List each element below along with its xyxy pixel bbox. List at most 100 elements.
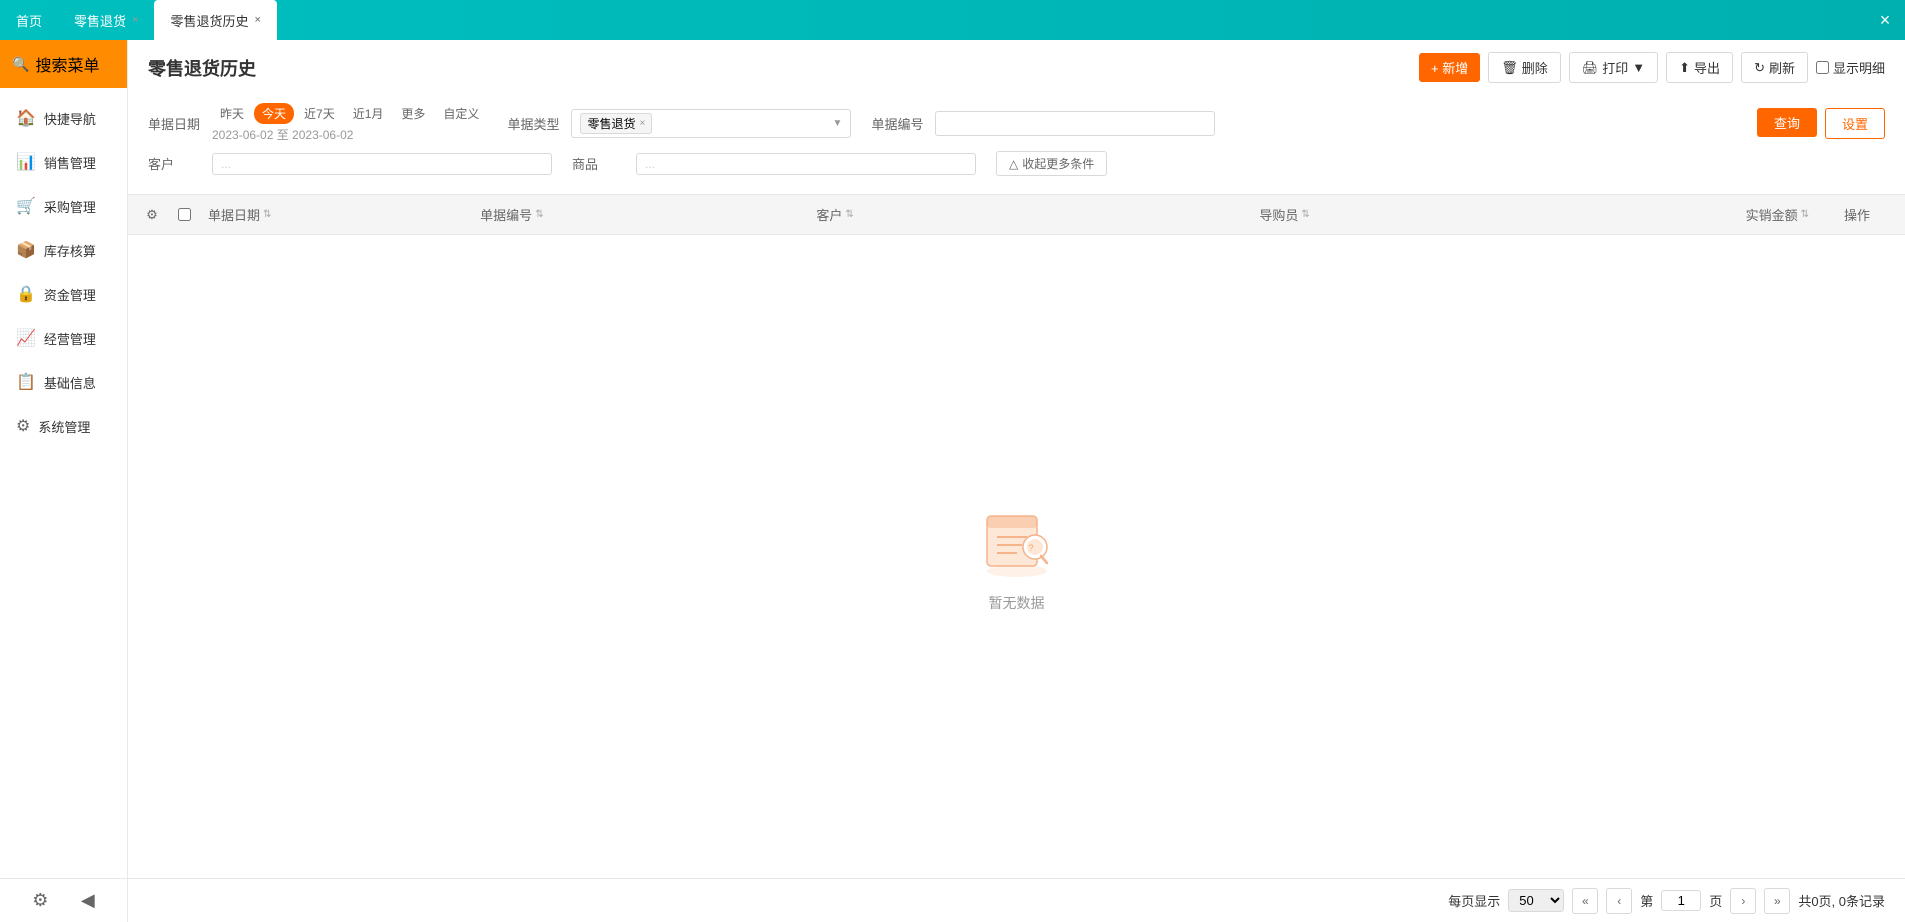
th-checkbox[interactable] (168, 208, 200, 221)
first-page-button[interactable]: « (1572, 888, 1598, 914)
th-settings[interactable]: ⚙ (136, 207, 168, 223)
table-container: ⚙ 单据日期 ⇅ 单据编号 ⇅ 客户 ⇅ 导购员 ⇅ (128, 195, 1905, 878)
tab-label: 零售退货 (74, 11, 126, 30)
sidebar-item-label: 系统管理 (38, 417, 90, 436)
bill-type-arrow: ▼ (833, 118, 843, 129)
th-guide[interactable]: 导购员 ⇅ (1251, 205, 1587, 224)
th-action-text: 操作 (1844, 205, 1870, 224)
refresh-button[interactable]: ↻ 刷新 (1741, 52, 1808, 83)
filter-row-2: 客户 ... 商品 ... △ 收起 (148, 151, 1885, 176)
sidebar: 🔍 搜索菜单 🏠 快捷导航📊 销售管理🛒 采购管理📦 库存核算🔒 资金管理📈 经… (0, 40, 128, 922)
th-customer-sort: ⇅ (845, 209, 853, 220)
date-btn-近1月[interactable]: 近1月 (345, 103, 392, 124)
collapse-button[interactable]: △ 收起更多条件 (996, 151, 1107, 176)
sidebar-item-label: 基础信息 (44, 373, 96, 392)
setting-button[interactable]: 设置 (1825, 108, 1885, 139)
tab-close-icon[interactable]: × (254, 14, 260, 26)
page-input[interactable] (1661, 890, 1701, 911)
date-range-text: 2023-06-02 至 2023-06-02 (212, 126, 487, 143)
th-customer[interactable]: 客户 ⇅ (808, 205, 1251, 224)
collapse-up-icon: △ (1009, 157, 1018, 171)
bill-type-tag-close[interactable]: × (639, 118, 645, 129)
goods-label: 商品 (572, 154, 628, 173)
last-page-button[interactable]: » (1764, 888, 1790, 914)
main-layout: 🔍 搜索菜单 🏠 快捷导航📊 销售管理🛒 采购管理📦 库存核算🔒 资金管理📈 经… (0, 40, 1905, 922)
sidebar-item-基础信息[interactable]: 📋 基础信息 (0, 360, 127, 404)
th-bill-no[interactable]: 单据编号 ⇅ (472, 205, 808, 224)
th-amount[interactable]: 实销金额 ⇅ (1588, 205, 1817, 224)
sidebar-icon: 📦 (16, 240, 36, 260)
table-header: ⚙ 单据日期 ⇅ 单据编号 ⇅ 客户 ⇅ 导购员 ⇅ (128, 195, 1905, 235)
date-btn-今天[interactable]: 今天 (254, 103, 294, 124)
page-prefix: 第 (1640, 891, 1653, 910)
sidebar-item-label: 采购管理 (44, 197, 96, 216)
bill-no-input[interactable] (935, 111, 1215, 136)
tab-close-icon[interactable]: × (132, 14, 138, 26)
sidebar-item-库存核算[interactable]: 📦 库存核算 (0, 228, 127, 272)
bill-type-select[interactable]: 零售退货 × ▼ (571, 109, 851, 138)
top-bar: 首页 零售退货 × 零售退货历史 × × (0, 0, 1905, 40)
sidebar-item-label: 资金管理 (44, 285, 96, 304)
sidebar-item-经营管理[interactable]: 📈 经营管理 (0, 316, 127, 360)
date-btn-昨天[interactable]: 昨天 (212, 103, 252, 124)
print-icon: 🖨 (1582, 60, 1599, 76)
sidebar-item-采购管理[interactable]: 🛒 采购管理 (0, 184, 127, 228)
new-button[interactable]: + 新增 (1419, 53, 1480, 82)
sidebar-icon: 📈 (16, 328, 36, 348)
th-customer-text: 客户 (816, 205, 842, 224)
date-btn-自定义[interactable]: 自定义 (435, 103, 487, 124)
empty-illustration: ? (967, 501, 1067, 581)
tab-首页[interactable]: 首页 (0, 0, 58, 40)
svg-text:?: ? (1028, 543, 1033, 553)
sidebar-icon: 🏠 (16, 108, 36, 128)
date-btn-近7天[interactable]: 近7天 (296, 103, 343, 124)
print-button[interactable]: 🖨 打印 ▼ (1569, 52, 1658, 83)
sidebar-item-资金管理[interactable]: 🔒 资金管理 (0, 272, 127, 316)
next-page-button[interactable]: › (1730, 888, 1756, 914)
sidebar-item-系统管理[interactable]: ⚙ 系统管理 (0, 404, 127, 448)
sidebar-item-销售管理[interactable]: 📊 销售管理 (0, 140, 127, 184)
date-buttons: 昨天今天近7天近1月更多自定义 2023-06-02 至 2023-06-02 (212, 103, 487, 143)
page-title: 零售退货历史 (148, 55, 256, 81)
customer-label: 客户 (148, 154, 204, 173)
select-all-checkbox[interactable] (178, 208, 191, 221)
bill-no-label: 单据编号 (871, 114, 927, 133)
date-label: 单据日期 (148, 114, 204, 133)
display-checkbox[interactable] (1816, 61, 1829, 74)
sidebar-icon: 📊 (16, 152, 36, 172)
bill-type-tag: 零售退货 × (580, 113, 652, 134)
bill-type-tag-text: 零售退货 (587, 115, 635, 132)
export-button[interactable]: ⬆ 导出 (1666, 52, 1733, 83)
date-btn-更多[interactable]: 更多 (393, 103, 433, 124)
goods-select[interactable]: ... (636, 153, 976, 175)
bill-no-filter: 单据编号 (871, 111, 1215, 136)
sidebar-icon: ⚙ (16, 416, 30, 436)
display-toggle[interactable]: 显示明细 (1816, 58, 1885, 77)
settings-icon[interactable]: ⚙ (32, 890, 48, 911)
page-size-label: 每页显示 (1448, 891, 1500, 910)
tab-label: 首页 (16, 11, 42, 30)
sidebar-item-快捷导航[interactable]: 🏠 快捷导航 (0, 96, 127, 140)
goods-placeholder: ... (645, 157, 655, 171)
window-close-button[interactable]: × (1865, 0, 1905, 40)
prev-page-button[interactable]: ‹ (1606, 888, 1632, 914)
customer-select[interactable]: ... (212, 153, 552, 175)
tab-零售退货[interactable]: 零售退货 × (58, 0, 154, 40)
content-area: 零售退货历史 + 新增 🗑 删除 🖨 打印 ▼ ⬆ 导出 (128, 40, 1905, 922)
customer-placeholder: ... (221, 157, 231, 171)
collapse-icon[interactable]: ◀ (81, 890, 95, 911)
title-bar: 零售退货历史 + 新增 🗑 删除 🖨 打印 ▼ ⬆ 导出 (148, 52, 1885, 83)
sidebar-search-button[interactable]: 🔍 搜索菜单 (0, 40, 127, 88)
tab-label: 零售退货历史 (170, 11, 248, 30)
sidebar-item-label: 库存核算 (44, 241, 96, 260)
delete-button[interactable]: 🗑 删除 (1488, 52, 1561, 83)
th-bill-no-sort: ⇅ (535, 209, 543, 220)
page-size-select[interactable]: 2050100 (1508, 889, 1564, 912)
tab-零售退货历史[interactable]: 零售退货历史 × (154, 0, 276, 40)
query-button[interactable]: 查询 (1757, 108, 1817, 137)
delete-icon: 🗑 (1501, 60, 1518, 76)
th-date[interactable]: 单据日期 ⇅ (200, 205, 472, 224)
th-amount-text: 实销金额 (1746, 205, 1798, 224)
date-filter: 单据日期 昨天今天近7天近1月更多自定义 2023-06-02 至 2023-06… (148, 103, 487, 143)
bill-type-filter: 单据类型 零售退货 × ▼ (507, 109, 851, 138)
